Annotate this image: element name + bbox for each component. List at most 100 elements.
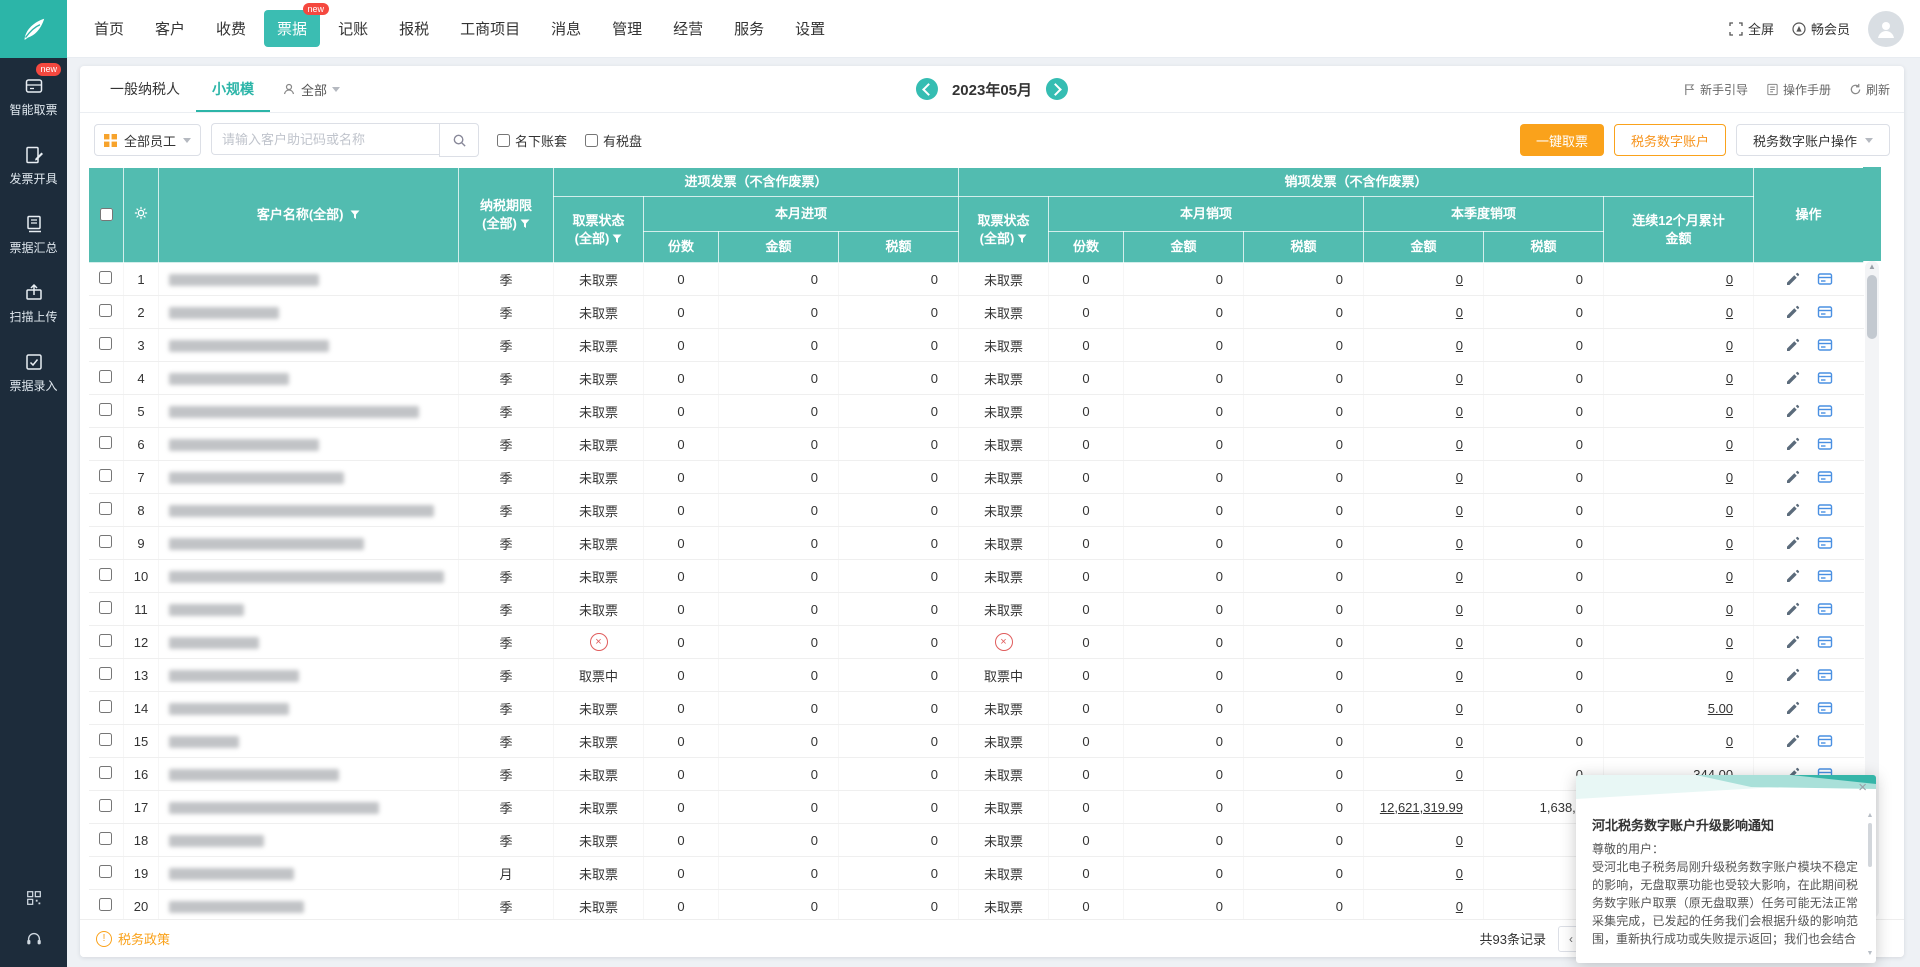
edit-icon[interactable] [1785,271,1801,288]
sidebar-item-发票开具[interactable]: 发票开具 [0,135,67,196]
cumulative-12m-link[interactable]: 0 [1726,734,1733,749]
edit-icon[interactable] [1785,568,1801,585]
edit-icon[interactable] [1785,403,1801,420]
edit-icon[interactable] [1785,535,1801,552]
invoice-icon[interactable] [1817,304,1833,321]
app-logo[interactable] [0,0,67,58]
quarter-amount-link[interactable]: 0 [1456,668,1463,683]
filter-icon[interactable] [350,210,360,220]
nav-item-票据[interactable]: 票据 new [264,3,330,47]
row-checkbox[interactable] [99,799,113,812]
quarter-amount-link[interactable]: 0 [1456,470,1463,485]
row-checkbox[interactable] [99,667,113,680]
tab-general-taxpayer[interactable]: 一般纳税人 [94,67,196,112]
cumulative-12m-cell[interactable]: 0 [1603,559,1755,593]
row-select-cell[interactable] [88,658,124,692]
cumulative-12m-cell[interactable]: 0 [1603,493,1755,527]
select-all-cell[interactable] [88,167,124,263]
cumulative-12m-link[interactable]: 0 [1726,635,1733,650]
quarter-amount-link[interactable]: 0 [1456,437,1463,452]
customer-service-icon[interactable] [25,930,43,953]
edit-icon[interactable] [1785,469,1801,486]
edit-icon[interactable] [1785,304,1801,321]
edit-icon[interactable] [1785,502,1801,519]
gear-icon[interactable] [134,206,148,220]
filter-icon[interactable] [612,234,622,244]
checkbox-my-accounts[interactable]: 名下账套 [497,131,567,150]
scope-dropdown[interactable]: 全部 [282,80,341,99]
cumulative-12m-cell[interactable]: 0 [1603,361,1755,395]
invoice-icon[interactable] [1817,700,1833,717]
quarter-amount-cell[interactable]: 0 [1363,856,1485,890]
edit-icon[interactable] [1785,733,1801,750]
beginner-guide-link[interactable]: 新手引导 [1683,81,1748,98]
row-checkbox[interactable] [99,403,113,416]
qr-code-icon[interactable] [25,889,43,912]
quarter-amount-link[interactable]: 0 [1456,767,1463,782]
quarter-amount-cell[interactable]: 0 [1363,592,1485,626]
row-checkbox[interactable] [99,634,113,647]
row-select-cell[interactable] [88,427,124,461]
row-checkbox[interactable] [99,304,113,317]
search-input[interactable] [211,123,440,155]
filter-icon[interactable] [520,219,530,229]
row-checkbox[interactable] [99,568,113,581]
quarter-amount-link[interactable]: 0 [1456,338,1463,353]
select-all-checkbox[interactable] [100,207,113,221]
invoice-icon[interactable] [1817,337,1833,354]
edit-icon[interactable] [1785,667,1801,684]
row-select-cell[interactable] [88,295,124,329]
search-button[interactable] [439,123,480,157]
edit-icon[interactable] [1785,634,1801,651]
quarter-amount-cell[interactable]: 0 [1363,526,1485,560]
cumulative-12m-cell[interactable]: 0 [1603,658,1755,692]
quarter-amount-cell[interactable]: 0 [1363,493,1485,527]
invoice-icon[interactable] [1817,469,1833,486]
edit-icon[interactable] [1785,700,1801,717]
row-select-cell[interactable] [88,856,124,890]
quarter-amount-link[interactable]: 0 [1456,569,1463,584]
member-button[interactable]: 畅会员 [1792,19,1850,38]
cumulative-12m-cell[interactable]: 0 [1603,262,1755,296]
row-checkbox[interactable] [99,733,113,746]
fullscreen-button[interactable]: 全屏 [1729,19,1774,38]
quarter-amount-cell[interactable]: 0 [1363,823,1485,857]
nav-item-管理[interactable]: 管理 [599,10,655,47]
invoice-icon[interactable] [1817,370,1833,387]
quarter-amount-link[interactable]: 0 [1456,536,1463,551]
edit-icon[interactable] [1785,337,1801,354]
sidebar-item-票据汇总[interactable]: 票据汇总 [0,204,67,265]
cumulative-12m-link[interactable]: 0 [1726,536,1733,551]
invoice-icon[interactable] [1817,502,1833,519]
row-select-cell[interactable] [88,493,124,527]
quarter-amount-link[interactable]: 0 [1456,602,1463,617]
row-select-cell[interactable] [88,328,124,362]
cumulative-12m-link[interactable]: 0 [1726,569,1733,584]
row-checkbox[interactable] [99,502,113,515]
refresh-link[interactable]: 刷新 [1849,81,1890,98]
quarter-amount-cell[interactable]: 0 [1363,757,1485,791]
quarter-amount-cell[interactable]: 0 [1363,427,1485,461]
quarter-amount-cell[interactable]: 0 [1363,658,1485,692]
one-key-fetch-button[interactable]: 一键取票 [1519,124,1604,156]
edit-icon[interactable] [1785,436,1801,453]
my-accounts-checkbox[interactable] [497,133,511,147]
prev-month-button[interactable] [915,78,938,100]
cumulative-12m-cell[interactable]: 0 [1603,460,1755,494]
cumulative-12m-cell[interactable]: 0 [1603,526,1755,560]
quarter-amount-link[interactable]: 12,621,319.99 [1380,800,1463,815]
quarter-amount-cell[interactable]: 0 [1363,262,1485,296]
invoice-icon[interactable] [1817,634,1833,651]
manual-link[interactable]: 操作手册 [1766,81,1831,98]
employee-select[interactable]: 全部员工 [94,124,202,156]
cumulative-12m-link[interactable]: 0 [1726,305,1733,320]
row-select-cell[interactable] [88,460,124,494]
row-select-cell[interactable] [88,526,124,560]
cumulative-12m-cell[interactable]: 0 [1603,295,1755,329]
tab-small-scale[interactable]: 小规模 [196,67,270,112]
invoice-icon[interactable] [1817,436,1833,453]
row-select-cell[interactable] [88,262,124,296]
user-avatar[interactable] [1868,10,1904,47]
sidebar-item-智能取票[interactable]: 智能取票 new [0,63,67,127]
invoice-icon[interactable] [1817,667,1833,684]
